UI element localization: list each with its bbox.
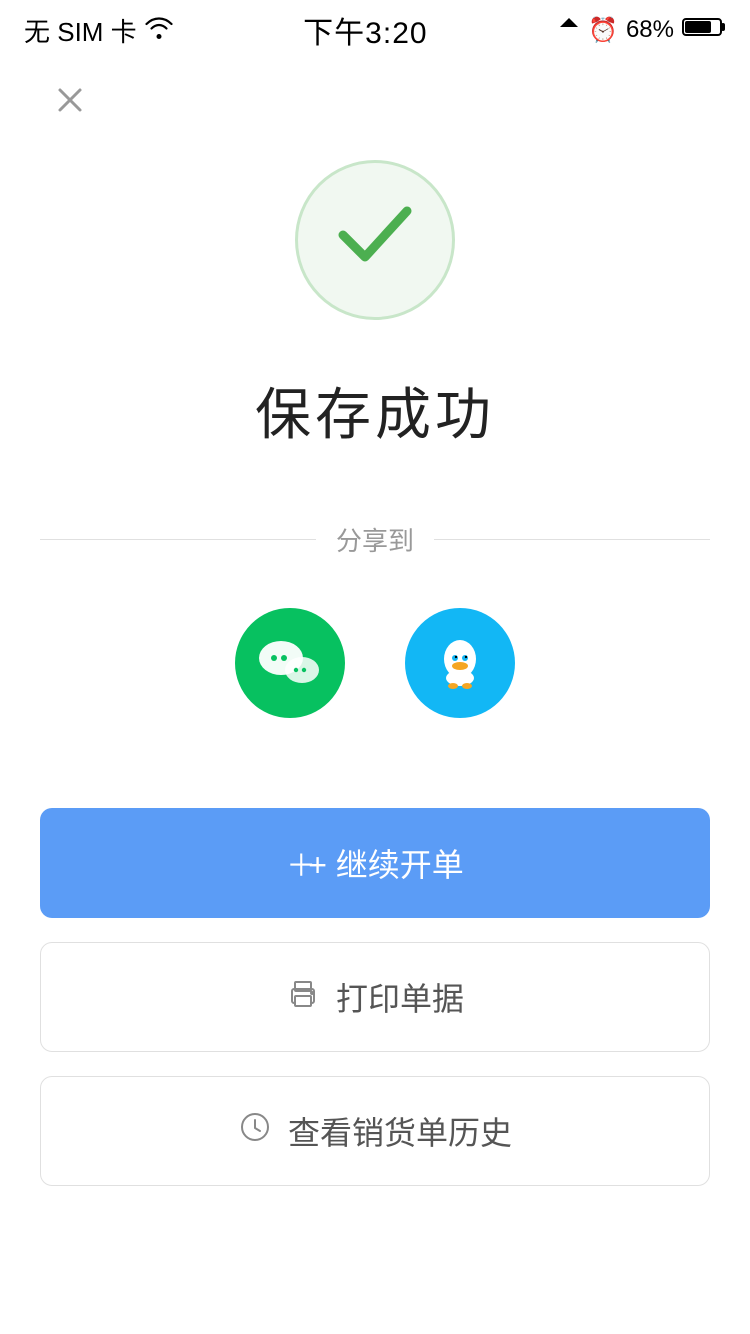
battery-percentage: 68% — [626, 16, 674, 44]
wechat-icon — [255, 628, 325, 698]
status-time: 下午3:20 — [303, 8, 427, 52]
status-bar: 无 SIM 卡 下午3:20 ⏰ 68% — [0, 0, 750, 60]
history-icon — [238, 1110, 272, 1152]
wifi-icon — [145, 15, 173, 46]
status-right: ⏰ 68% — [558, 16, 726, 45]
checkmark-icon — [335, 199, 415, 282]
location-icon — [558, 16, 580, 45]
success-icon-circle — [295, 160, 455, 320]
share-section: 分享到 — [0, 521, 750, 718]
wechat-share-button[interactable] — [235, 608, 345, 718]
continue-button[interactable]: ＋ + 继续开单 — [40, 808, 710, 918]
battery-icon — [682, 16, 726, 45]
share-divider: 分享到 — [40, 521, 710, 558]
history-label: 查看销货单历史 — [288, 1108, 512, 1154]
main-content: 保存成功 分享到 — [0, 60, 750, 1186]
qq-share-button[interactable] — [405, 608, 515, 718]
qq-icon — [429, 632, 491, 694]
share-label: 分享到 — [336, 521, 414, 558]
actions: ＋ + 继续开单 打印单据 查看销货单历 — [0, 808, 750, 1186]
continue-label: + 继续开单 — [308, 840, 464, 886]
print-label: 打印单据 — [336, 974, 464, 1020]
history-button[interactable]: 查看销货单历史 — [40, 1076, 710, 1186]
close-button[interactable] — [40, 70, 100, 130]
share-icons — [40, 608, 710, 718]
printer-icon — [286, 976, 320, 1018]
alarm-icon: ⏰ — [588, 16, 618, 45]
print-button[interactable]: 打印单据 — [40, 942, 710, 1052]
sim-status: 无 SIM 卡 — [24, 12, 137, 49]
status-left: 无 SIM 卡 — [24, 12, 173, 49]
success-title: 保存成功 — [255, 370, 495, 451]
